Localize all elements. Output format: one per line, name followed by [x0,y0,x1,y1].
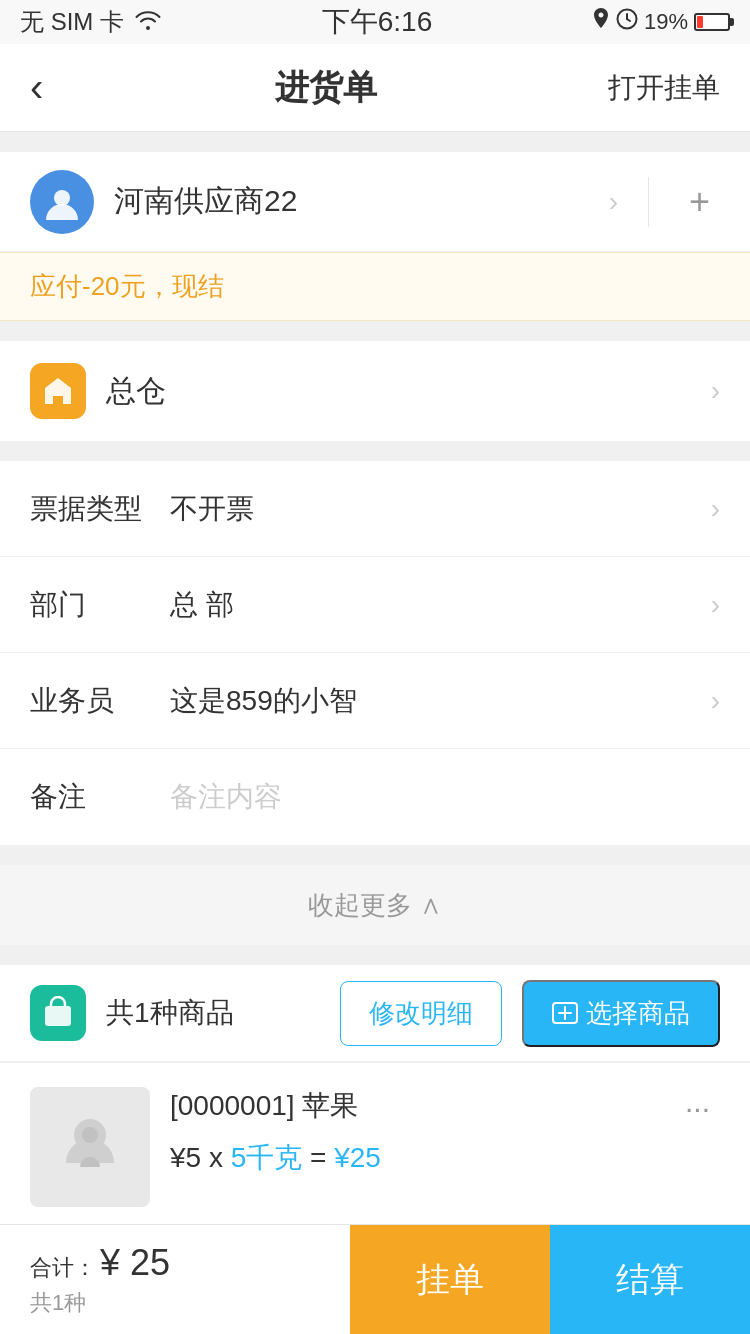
page-title: 进货单 [275,65,377,111]
salesperson-value: 这是859的小智 [170,682,711,720]
carrier-text: 无 SIM 卡 [20,6,124,38]
product-price: ¥5 x 5千克 = ¥25 [170,1139,655,1177]
chevron-right-icon: › [711,685,720,717]
quantity: 5千克 [231,1142,303,1173]
clock-icon [616,8,638,36]
battery-icon [694,13,730,31]
bottom-bar: 合计： ¥ 25 共1种 挂单 结算 [0,1224,750,1334]
select-product-button[interactable]: 选择商品 [522,980,720,1047]
hang-label: 挂单 [416,1257,484,1303]
note-placeholder[interactable]: 备注内容 [170,778,720,816]
bottom-total: 合计： ¥ 25 共1种 [0,1225,350,1334]
total-count: 共1种 [30,1288,320,1318]
hang-button[interactable]: 挂单 [350,1225,550,1334]
unit-price: ¥5 [170,1142,201,1173]
note-row[interactable]: 备注 备注内容 [0,749,750,845]
svg-point-8 [82,1127,98,1143]
form-section: 票据类型 不开票 › 部门 总 部 › 业务员 这是859的小智 › 备注 备注… [0,461,750,845]
status-right: 19% [592,8,730,36]
ticket-type-label: 票据类型 [30,490,170,528]
product-count: 共1种商品 [106,994,320,1032]
checkout-button[interactable]: 结算 [550,1225,750,1334]
collapse-label: 收起更多 ∧ [308,888,441,923]
department-value: 总 部 [170,586,711,624]
total-price: ¥25 [334,1142,381,1173]
warehouse-row[interactable]: 总仓 › [0,341,750,441]
product-icon [30,985,86,1041]
department-label: 部门 [30,586,170,624]
salesperson-row[interactable]: 业务员 这是859的小智 › [0,653,750,749]
total-amount: ¥ 25 [100,1242,170,1284]
warehouse-name: 总仓 [106,371,711,412]
status-time: 下午6:16 [322,3,433,41]
battery-percent: 19% [644,9,688,35]
wifi-icon [134,8,162,36]
divider-1 [0,321,750,341]
product-name: [0000001] 苹果 [170,1087,655,1125]
status-bar: 无 SIM 卡 下午6:16 19% [0,0,750,44]
warehouse-section: 总仓 › [0,341,750,441]
svg-rect-3 [45,1006,71,1026]
add-button[interactable]: + [679,171,720,233]
chevron-right-icon: › [609,186,618,218]
status-left: 无 SIM 卡 [20,6,162,38]
multiply-sign: x [209,1142,231,1173]
select-product-label: 选择商品 [586,996,690,1031]
product-thumbnail [30,1087,150,1207]
avatar [30,170,94,234]
ticket-type-value: 不开票 [170,490,711,528]
top-divider [0,132,750,152]
total-label: 合计： [30,1253,96,1283]
product-code: [0000001] [170,1090,295,1121]
product-apple: 苹果 [302,1090,358,1121]
open-hang-button[interactable]: 打开挂单 [608,69,720,107]
notice-bar: 应付-20元，现结 [0,252,750,321]
ticket-type-row[interactable]: 票据类型 不开票 › [0,461,750,557]
supplier-name: 河南供应商22 [114,181,609,222]
svg-point-1 [54,190,70,206]
checkout-label: 结算 [616,1257,684,1303]
location-icon [592,8,610,36]
edit-detail-button[interactable]: 修改明细 [340,981,502,1046]
nav-bar: ‹ 进货单 打开挂单 [0,44,750,132]
product-header: 共1种商品 修改明细 选择商品 [0,965,750,1061]
equals-sign: = [310,1142,334,1173]
note-label: 备注 [30,778,170,816]
svg-rect-2 [53,396,63,404]
department-row[interactable]: 部门 总 部 › [0,557,750,653]
warehouse-icon [30,363,86,419]
product-item: [0000001] 苹果 ¥5 x 5千克 = ¥25 ··· [0,1063,750,1231]
more-options-button[interactable]: ··· [675,1087,720,1129]
back-button[interactable]: ‹ [30,65,43,110]
salesperson-label: 业务员 [30,682,170,720]
product-info: [0000001] 苹果 ¥5 x 5千克 = ¥25 [170,1087,655,1177]
supplier-section: 河南供应商22 › + 应付-20元，现结 [0,152,750,321]
supplier-row[interactable]: 河南供应商22 › + [0,152,750,252]
chevron-right-icon: › [711,589,720,621]
collapse-bar[interactable]: 收起更多 ∧ [0,865,750,945]
chevron-right-icon: › [711,493,720,525]
chevron-right-icon: › [711,375,720,407]
row-divider [648,177,649,227]
